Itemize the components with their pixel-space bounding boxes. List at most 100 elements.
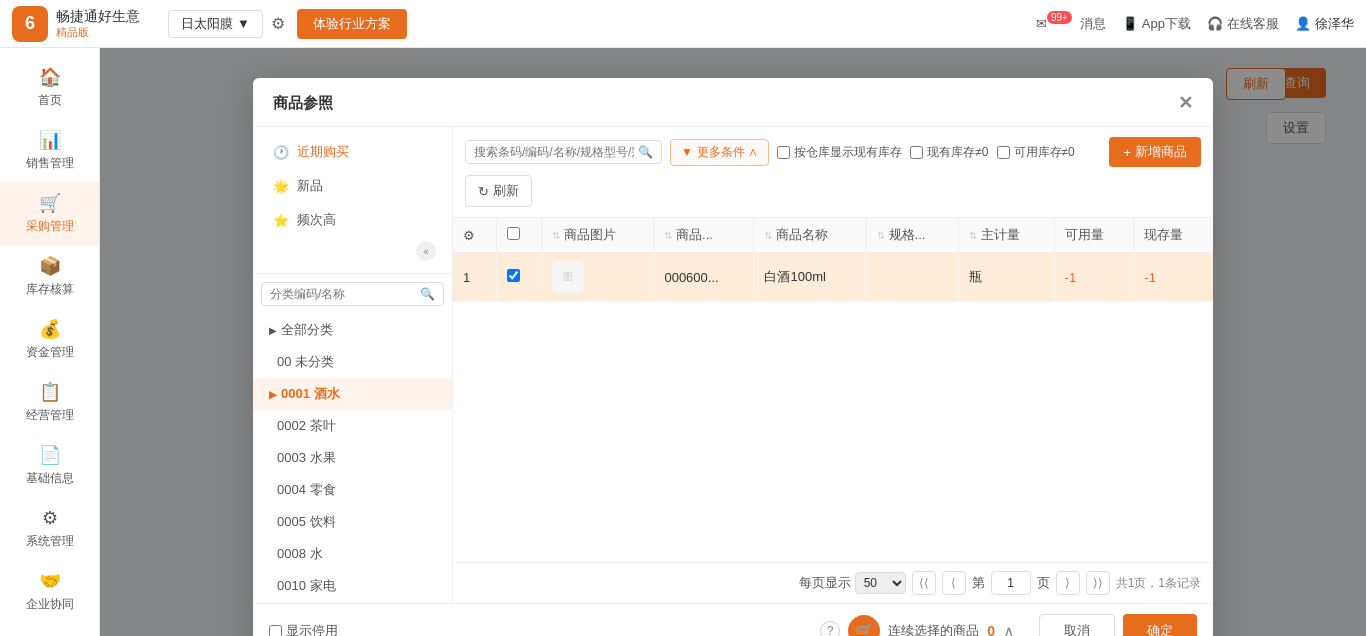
collapse-up-icon[interactable]: ∧ (1003, 622, 1015, 637)
prev-page-button[interactable]: ⟨ (942, 571, 966, 595)
category-item-0[interactable]: 00 未分类 (253, 346, 452, 378)
sidebar-item-system[interactable]: ⚙ 系统管理 (0, 497, 99, 560)
sidebar-item-sales[interactable]: 📊 销售管理 (0, 119, 99, 182)
sort-unit-icon[interactable]: ⇅ (969, 230, 977, 241)
sidebar-item-enterprise[interactable]: 🤝 企业协同 (0, 560, 99, 623)
category-item-1[interactable]: ▶ 0001 酒水 (253, 378, 452, 410)
sidebar-item-finance[interactable]: 💰 资金管理 (0, 308, 99, 371)
available-stock-checkbox[interactable] (910, 146, 923, 159)
product-search-input[interactable] (474, 145, 634, 159)
sidebar: 🏠 首页 📊 销售管理 🛒 采购管理 📦 库存核算 💰 资金管理 📋 经营管理 … (0, 48, 100, 636)
add-product-button[interactable]: + 新增商品 (1109, 137, 1201, 167)
show-disabled-checkbox[interactable] (269, 625, 282, 637)
available-stock-checkbox-wrap[interactable]: 现有库存≠0 (910, 144, 988, 161)
cancel-button[interactable]: 取消 (1039, 614, 1115, 636)
show-disabled-wrap[interactable]: 显示停用 (269, 622, 338, 636)
service-item[interactable]: 🎧 在线客服 (1207, 15, 1279, 33)
warehouse-stock-checkbox-wrap[interactable]: 按仓库显示现有库存 (777, 144, 902, 161)
sidebar-item-operation[interactable]: 📋 经营管理 (0, 371, 99, 434)
sort-spec-icon[interactable]: ⇅ (877, 230, 885, 241)
store-dropdown[interactable]: 日太阳膜 ▼ (168, 10, 263, 38)
new-icon: 🌟 (273, 179, 289, 194)
last-page-button[interactable]: ⟩⟩ (1086, 571, 1110, 595)
settings-icon: ⚙ (463, 228, 475, 243)
sidebar-item-home[interactable]: 🏠 首页 (0, 56, 99, 119)
sidebar-label-sales: 销售管理 (26, 155, 74, 172)
modal-close-icon[interactable]: ✕ (1178, 92, 1193, 114)
table-header-name: ⇅ 商品名称 (754, 218, 867, 253)
sidebar-label-home: 首页 (38, 92, 62, 109)
help-icon[interactable]: ? (820, 621, 840, 636)
modal-overlay: 商品参照 ✕ 🕐 近期购买 🌟 (100, 48, 1366, 636)
plus-icon: + (1123, 145, 1131, 160)
category-item-6[interactable]: 0008 水 (253, 538, 452, 570)
footer-center: ? 🛒 连续选择的商品 0 ∧ (820, 615, 1015, 636)
sort-code-icon[interactable]: ⇅ (664, 230, 672, 241)
main-content: 查询 设置 刷新 商品参照 ✕ 🕐 近期购买 (100, 48, 1366, 636)
frequent-label: 频次高 (297, 211, 336, 229)
sort-image-icon[interactable]: ⇅ (552, 230, 560, 241)
usable-stock-checkbox[interactable] (997, 146, 1010, 159)
category-search-input[interactable] (270, 287, 416, 301)
collapse-button[interactable]: « (416, 241, 436, 261)
sidebar-label-basic: 基础信息 (26, 470, 74, 487)
gear-icon[interactable]: ⚙ (271, 14, 285, 33)
app-download-item[interactable]: 📱 App下载 (1122, 15, 1191, 33)
sort-name-icon[interactable]: ⇅ (764, 230, 772, 241)
usable-stock-label: 可用库存≠0 (1014, 144, 1075, 161)
table-row[interactable]: 1 图 000600... (453, 253, 1213, 302)
category-search-box: 🔍 (261, 282, 444, 306)
category-item-2[interactable]: 0002 茶叶 (253, 410, 452, 442)
avatar-icon: 👤 (1295, 16, 1311, 31)
message-item[interactable]: ✉ 99+ 消息 (1036, 15, 1106, 33)
system-icon: ⚙ (42, 507, 58, 529)
row-spec-cell (866, 253, 958, 302)
show-disabled-label: 显示停用 (286, 622, 338, 636)
purchase-icon: 🛒 (39, 192, 61, 214)
row-stock-cell: -1 (1134, 253, 1213, 302)
row-code-cell: 000600... (654, 253, 754, 302)
product-name: 白酒100ml (764, 269, 825, 284)
category-item-4[interactable]: 0004 零食 (253, 474, 452, 506)
first-page-button[interactable]: ⟨⟨ (912, 571, 936, 595)
product-search-wrap: 🔍 (465, 140, 662, 164)
sidebar-item-inventory[interactable]: 📦 库存核算 (0, 245, 99, 308)
usable-stock-checkbox-wrap[interactable]: 可用库存≠0 (997, 144, 1075, 161)
row-checkbox-cell[interactable] (496, 253, 541, 302)
category-1-label: 0001 酒水 (281, 385, 340, 403)
sidebar-item-guide[interactable]: 📖 新手引导 (0, 623, 99, 636)
cta-button[interactable]: 体验行业方案 (297, 9, 407, 39)
cart-icon[interactable]: 🛒 (848, 615, 880, 636)
clock-icon: 🕐 (273, 145, 289, 160)
main-layout: 🏠 首页 📊 销售管理 🛒 采购管理 📦 库存核算 💰 资金管理 📋 经营管理 … (0, 48, 1366, 636)
recent-purchase-tab[interactable]: 🕐 近期购买 (261, 135, 444, 169)
category-item-7[interactable]: 0010 家电 (253, 570, 452, 602)
category-item-3[interactable]: 0003 水果 (253, 442, 452, 474)
more-filter-button[interactable]: ▼ 更多条件 ∧ (670, 139, 769, 166)
headset-icon: 🎧 (1207, 16, 1223, 31)
message-label: 消息 (1080, 15, 1106, 33)
warehouse-stock-checkbox[interactable] (777, 146, 790, 159)
page-number-input[interactable] (991, 571, 1031, 595)
select-all-checkbox[interactable] (507, 227, 520, 240)
product-available: -1 (1065, 270, 1077, 285)
logo-sub: 精品版 (56, 25, 140, 40)
category-item-all[interactable]: ▶ 全部分类 (253, 314, 452, 346)
row-checkbox[interactable] (507, 269, 520, 282)
table-header-checkbox[interactable] (496, 218, 541, 253)
cat1-arrow-icon: ▶ (269, 389, 277, 400)
per-page-select[interactable]: 50 100 (855, 572, 906, 594)
sidebar-item-purchase[interactable]: 🛒 采购管理 (0, 182, 99, 245)
category-item-5[interactable]: 0005 饮料 (253, 506, 452, 538)
logo-area: 6 畅捷通好生意 精品版 (12, 6, 152, 42)
table-header-gear[interactable]: ⚙ (453, 218, 496, 253)
refresh-button[interactable]: ↻ 刷新 (465, 175, 532, 207)
new-product-tab[interactable]: 🌟 新品 (261, 169, 444, 203)
all-arrow-icon: ▶ (269, 325, 277, 336)
next-page-button[interactable]: ⟩ (1056, 571, 1080, 595)
confirm-button[interactable]: 确定 (1123, 614, 1197, 636)
warehouse-stock-label: 按仓库显示现有库存 (794, 144, 902, 161)
frequent-tab[interactable]: ⭐ 频次高 (261, 203, 444, 237)
user-item[interactable]: 👤 徐泽华 (1295, 15, 1354, 33)
sidebar-item-basic[interactable]: 📄 基础信息 (0, 434, 99, 497)
